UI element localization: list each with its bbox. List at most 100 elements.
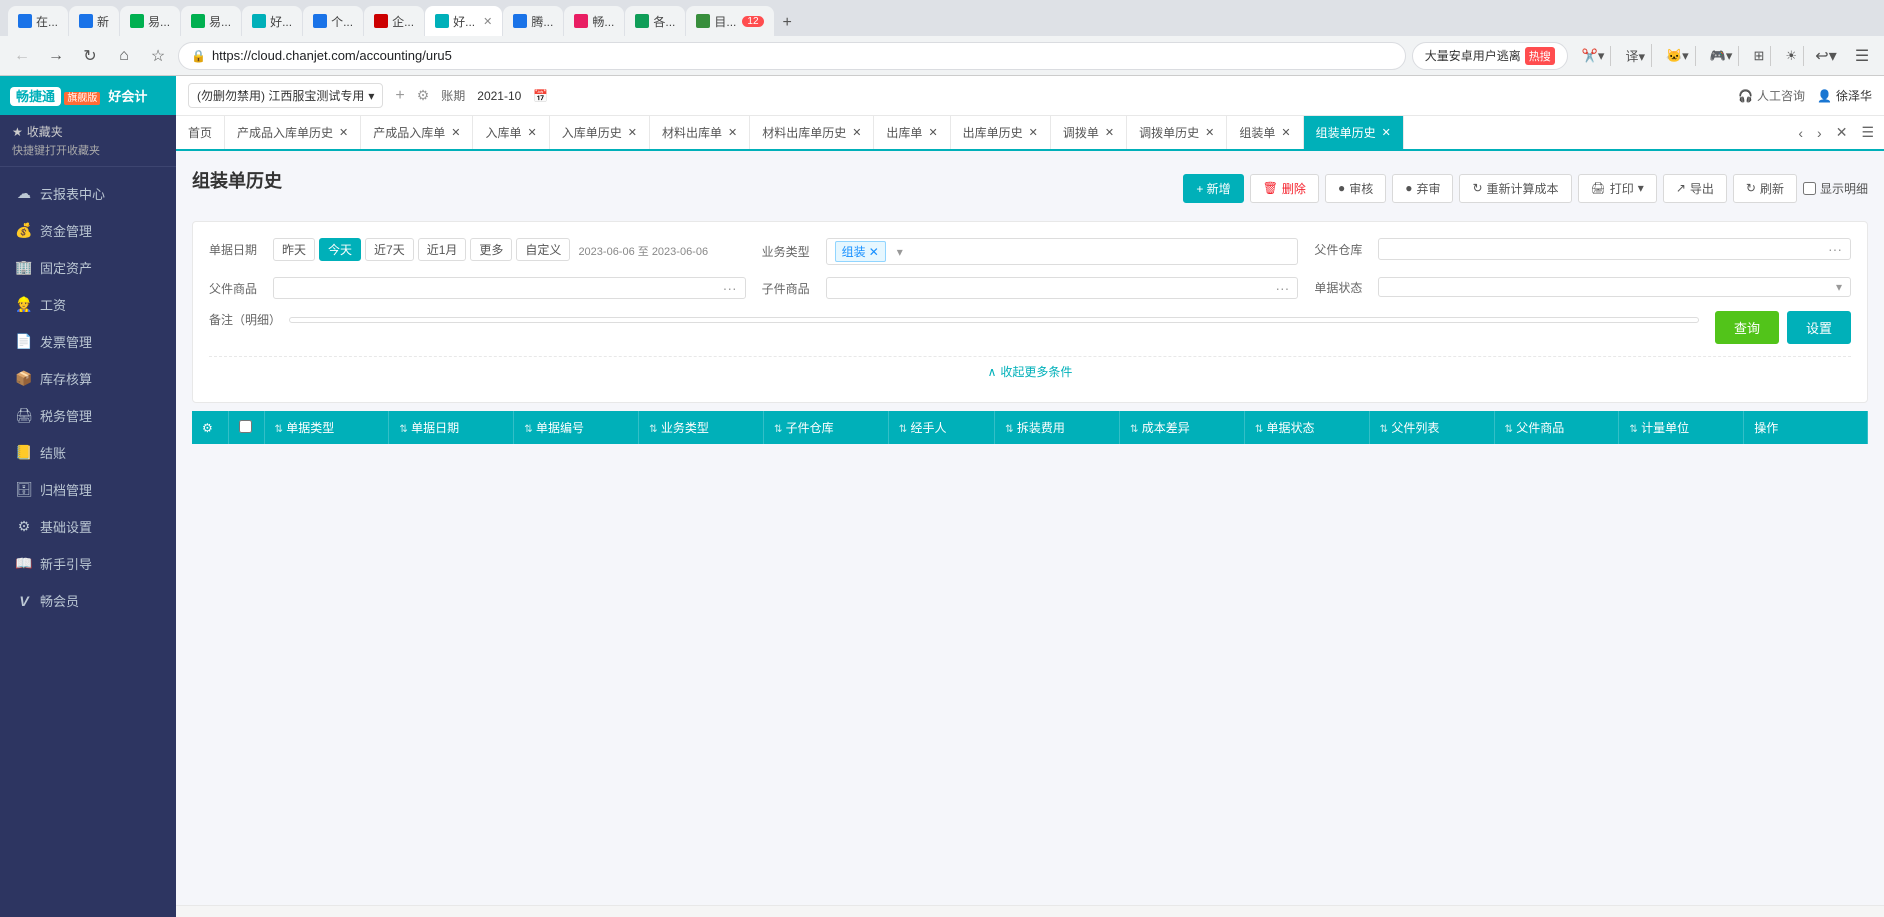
table-checkbox-th[interactable] bbox=[228, 411, 264, 444]
add-company-btn[interactable]: + bbox=[395, 87, 404, 105]
page-tab-inbound-history[interactable]: 入库单历史 ✕ bbox=[550, 116, 650, 149]
forward-button[interactable]: → bbox=[42, 42, 70, 70]
page-tab-finished[interactable]: 产成品入库单 ✕ bbox=[361, 116, 473, 149]
browser-tab-12[interactable]: 目... 12 bbox=[686, 6, 773, 36]
scissors-btn[interactable]: ✂️▾ bbox=[1576, 46, 1612, 66]
tab-left-btn[interactable]: ‹ bbox=[1792, 121, 1809, 145]
th-bill-no[interactable]: ⇅ 单据编号 bbox=[514, 411, 639, 444]
home-button[interactable]: ⌂ bbox=[110, 42, 138, 70]
th-bill-status[interactable]: ⇅ 单据状态 bbox=[1244, 411, 1369, 444]
th-disassemble-fee[interactable]: ⇅ 拆装费用 bbox=[995, 411, 1120, 444]
page-tab-assembly-history[interactable]: 组装单历史 ✕ bbox=[1304, 116, 1404, 149]
page-tab-finished-close[interactable]: ✕ bbox=[451, 126, 460, 139]
translate-btn[interactable]: 译▾ bbox=[1619, 44, 1652, 67]
address-bar[interactable]: 🔒 https://cloud.chanjet.com/accounting/u… bbox=[178, 42, 1406, 70]
refresh-button[interactable]: ↻ 刷新 bbox=[1733, 174, 1797, 203]
th-bill-date[interactable]: ⇅ 单据日期 bbox=[389, 411, 514, 444]
page-tab-material-out-history[interactable]: 材料出库单历史 ✕ bbox=[750, 116, 874, 149]
page-tab-transfer[interactable]: 调拨单 ✕ bbox=[1051, 116, 1127, 149]
table-settings-icon[interactable]: ⚙ bbox=[202, 421, 213, 435]
recalculate-button[interactable]: ↻ 重新计算成本 bbox=[1459, 174, 1571, 203]
yesterday-btn[interactable]: 昨天 bbox=[273, 238, 315, 261]
page-tab-transfer-history-close[interactable]: ✕ bbox=[1205, 126, 1214, 139]
th-business-type[interactable]: ⇅ 业务类型 bbox=[639, 411, 764, 444]
sidebar-item-settings[interactable]: ⚙ 基础设置 bbox=[0, 508, 176, 545]
th-child-warehouse[interactable]: ⇅ 子件仓库 bbox=[763, 411, 888, 444]
1month-btn[interactable]: 近1月 bbox=[418, 238, 467, 261]
browser-search[interactable]: 大量安卓用户逃离 热搜 bbox=[1412, 42, 1568, 70]
business-type-dropdown[interactable]: ▾ bbox=[890, 242, 910, 262]
browser-tab-10[interactable]: 畅... bbox=[564, 6, 624, 36]
print-button[interactable]: 🖨 打印 ▾ bbox=[1578, 174, 1657, 203]
bill-status-select[interactable]: ▾ bbox=[1378, 277, 1851, 297]
sidebar-item-payroll[interactable]: 👷 工资 bbox=[0, 286, 176, 323]
page-tab-home[interactable]: 首页 bbox=[176, 116, 225, 149]
parent-goods-input[interactable]: ··· bbox=[273, 277, 746, 299]
browser-tab-4[interactable]: 易... bbox=[181, 6, 241, 36]
browser-tab-8[interactable]: 好... ✕ bbox=[425, 6, 502, 36]
browser-tab-6[interactable]: 个... bbox=[303, 6, 363, 36]
page-tab-outbound[interactable]: 出库单 ✕ bbox=[874, 116, 950, 149]
page-tab-transfer-history[interactable]: 调拨单历史 ✕ bbox=[1127, 116, 1227, 149]
7days-btn[interactable]: 近7天 bbox=[365, 238, 414, 261]
reload-button[interactable]: ↻ bbox=[76, 42, 104, 70]
sidebar-item-reports[interactable]: ☁ 云报表中心 bbox=[0, 175, 176, 212]
page-tab-material-out-history-close[interactable]: ✕ bbox=[852, 126, 861, 139]
parent-goods-dots[interactable]: ··· bbox=[723, 280, 737, 296]
browser-tab-7[interactable]: 企... bbox=[364, 6, 424, 36]
undo-btn[interactable]: ↩▾ bbox=[1812, 42, 1840, 70]
notes-input[interactable] bbox=[289, 317, 1699, 323]
user-button[interactable]: 👤 徐泽华 bbox=[1817, 87, 1872, 104]
th-bill-type[interactable]: ⇅ 单据类型 bbox=[264, 411, 389, 444]
browser-tab-3[interactable]: 易... bbox=[120, 6, 180, 36]
browser-tab-1[interactable]: 在... bbox=[8, 6, 68, 36]
select-all-checkbox[interactable] bbox=[239, 420, 252, 433]
tab-right-btn[interactable]: › bbox=[1811, 121, 1828, 145]
page-tab-assembly-close[interactable]: ✕ bbox=[1281, 126, 1290, 139]
page-tab-finished-history[interactable]: 产成品入库单历史 ✕ bbox=[225, 116, 361, 149]
sidebar-item-tax[interactable]: 🖨 税务管理 bbox=[0, 397, 176, 434]
sidebar-item-funds[interactable]: 💰 资金管理 bbox=[0, 212, 176, 249]
browser-tab-5[interactable]: 好... bbox=[242, 6, 302, 36]
calendar-icon[interactable]: 📅 bbox=[533, 89, 548, 103]
page-tab-outbound-history-close[interactable]: ✕ bbox=[1029, 126, 1038, 139]
new-tab-button[interactable]: + bbox=[775, 10, 800, 36]
export-button[interactable]: ↗ 导出 bbox=[1663, 174, 1727, 203]
page-tab-transfer-close[interactable]: ✕ bbox=[1105, 126, 1114, 139]
display-detail-input[interactable] bbox=[1803, 182, 1816, 195]
page-tab-material-out-close[interactable]: ✕ bbox=[728, 126, 737, 139]
new-button[interactable]: + 新增 bbox=[1183, 174, 1243, 203]
browser-tab-9[interactable]: 腾... bbox=[503, 6, 563, 36]
abandon-button[interactable]: ● 弃审 bbox=[1392, 174, 1453, 203]
setting-button[interactable]: 设置 bbox=[1787, 311, 1851, 344]
sidebar-item-archive[interactable]: 🗄 归档管理 bbox=[0, 471, 176, 508]
page-tab-inbound[interactable]: 入库单 ✕ bbox=[473, 116, 549, 149]
browser-tab-2[interactable]: 新 bbox=[69, 6, 119, 36]
page-tab-material-out[interactable]: 材料出库单 ✕ bbox=[650, 116, 750, 149]
grid-btn[interactable]: ⊞ bbox=[1747, 46, 1771, 66]
game-btn[interactable]: 🎮▾ bbox=[1704, 46, 1740, 66]
child-goods-dots[interactable]: ··· bbox=[1275, 280, 1289, 296]
sidebar-item-member[interactable]: V 畅会员 bbox=[0, 582, 176, 619]
th-unit[interactable]: ⇅ 计量单位 bbox=[1619, 411, 1744, 444]
page-tab-inbound-close[interactable]: ✕ bbox=[528, 126, 537, 139]
sidebar-item-guide[interactable]: 📖 新手引导 bbox=[0, 545, 176, 582]
more-btn[interactable]: 更多 bbox=[470, 238, 512, 261]
tab-more-btn[interactable]: ☰ bbox=[1855, 120, 1880, 145]
parent-warehouse-input[interactable]: ··· bbox=[1378, 238, 1851, 260]
display-detail-checkbox[interactable]: 显示明细 bbox=[1803, 180, 1868, 197]
settings-btn-topbar[interactable]: ⚙ bbox=[417, 87, 430, 104]
parent-warehouse-dots[interactable]: ··· bbox=[1828, 241, 1842, 257]
child-goods-input[interactable]: ··· bbox=[826, 277, 1299, 299]
page-tab-assembly[interactable]: 组装单 ✕ bbox=[1227, 116, 1303, 149]
sidebar-item-assets[interactable]: 🏢 固定资产 bbox=[0, 249, 176, 286]
query-button[interactable]: 查询 bbox=[1715, 311, 1779, 344]
bookmark-button[interactable]: ☆ bbox=[144, 42, 172, 70]
emoji-btn[interactable]: 🐱▾ bbox=[1660, 46, 1696, 66]
delete-button[interactable]: 🗑 删除 bbox=[1250, 174, 1319, 203]
sidebar-favorites[interactable]: ★ 收藏夹 快捷键打开收藏夹 bbox=[0, 115, 176, 167]
sun-btn[interactable]: ☀ bbox=[1779, 46, 1804, 66]
th-parent-list[interactable]: ⇅ 父件列表 bbox=[1369, 411, 1494, 444]
company-selector[interactable]: (勿删勿禁用) 江西服宝测试专用 ▾ bbox=[188, 83, 383, 108]
sidebar-item-closing[interactable]: 📒 结账 bbox=[0, 434, 176, 471]
